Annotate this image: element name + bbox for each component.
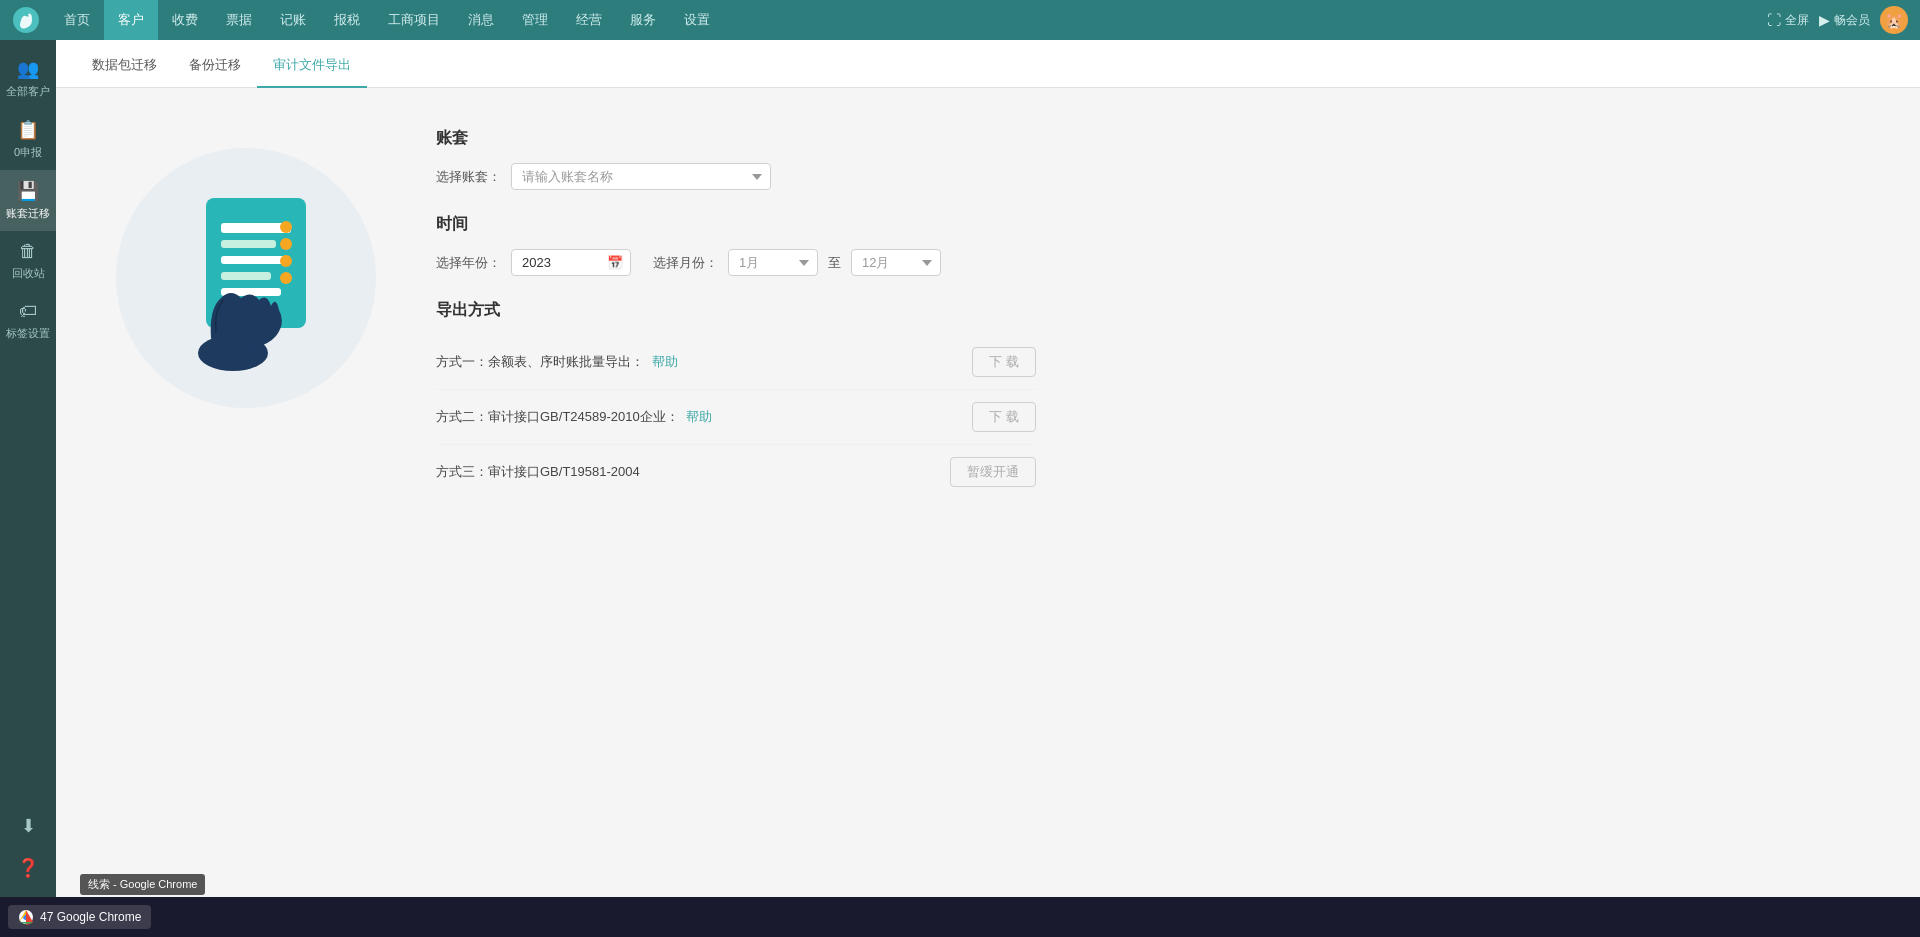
tab-audit-export[interactable]: 审计文件导出 [257, 44, 367, 88]
time-row: 选择年份： 📅 选择月份： 1月 2月 3月 4月 5月 6月 7月 [436, 249, 1036, 276]
migration-icon: 💾 [17, 180, 39, 202]
sidebar-item-label-declare: 0申报 [14, 145, 42, 160]
nav-management[interactable]: 管理 [508, 0, 562, 40]
member-icon: ▶ [1819, 12, 1830, 28]
nav-home[interactable]: 首页 [50, 0, 104, 40]
sidebar-item-help[interactable]: ❓ [0, 847, 56, 889]
svg-rect-5 [221, 272, 271, 280]
tab-data-migration[interactable]: 数据包迁移 [76, 44, 173, 88]
sidebar-item-label-all-customers: 全部客户 [6, 84, 50, 99]
member-button[interactable]: ▶ 畅会员 [1819, 12, 1870, 29]
svg-point-8 [280, 238, 292, 250]
label-select-month: 选择月份： [653, 254, 718, 272]
avatar[interactable]: 🐹 [1880, 6, 1908, 34]
end-month-select[interactable]: 1月 2月 3月 4月 5月 6月 7月 8月 9月 10月 11月 12月 [851, 249, 941, 276]
select-account-dropdown[interactable]: 请输入账套名称 [511, 163, 771, 190]
section-account-title: 账套 [436, 128, 1036, 149]
calendar-icon: 📅 [607, 255, 623, 270]
method-1-text: 方式一：余额表、序时账批量导出： 帮助 [436, 353, 678, 371]
year-input-wrap: 📅 [511, 249, 631, 276]
content-area: 数据包迁移 备份迁移 审计文件导出 [56, 40, 1920, 897]
fullscreen-label: 全屏 [1785, 12, 1809, 29]
illustration [116, 148, 376, 408]
recycle-icon: 🗑 [19, 241, 37, 262]
to-label: 至 [828, 254, 841, 272]
sidebar-bottom: ⬇ ❓ [0, 805, 56, 897]
main-content-area: 账套 选择账套： 请输入账套名称 时间 选择年份： 📅 选择月份： [56, 88, 1920, 897]
tags-icon: 🏷 [19, 301, 37, 322]
method-2-help-link[interactable]: 帮助 [686, 409, 712, 424]
sidebar-item-tags[interactable]: 🏷 标签设置 [0, 291, 56, 351]
tabs-bar: 数据包迁移 备份迁移 审计文件导出 [56, 40, 1920, 88]
nav-customers[interactable]: 客户 [104, 0, 158, 40]
svg-point-10 [280, 272, 292, 284]
nav-right: ⛶ 全屏 ▶ 畅会员 🐹 [1767, 6, 1920, 34]
export-method-3: 方式三：审计接口GB/T19581-2004 暂缓开通 [436, 445, 1036, 499]
method-1-download-button[interactable]: 下 载 [972, 347, 1036, 377]
top-navigation: 首页 客户 收费 票据 记账 报税 工商项目 消息 管理 经营 服务 设置 ⛶ … [0, 0, 1920, 40]
method-3-text: 方式三：审计接口GB/T19581-2004 [436, 463, 640, 481]
taskbar: 47 Google Chrome [0, 897, 1920, 937]
sidebar-item-recycle[interactable]: 🗑 回收站 [0, 231, 56, 291]
nav-bookkeeping[interactable]: 记账 [266, 0, 320, 40]
nav-bizprojects[interactable]: 工商项目 [374, 0, 454, 40]
account-row: 选择账套： 请输入账套名称 [436, 163, 1036, 190]
main-layout: 👥 全部客户 📋 0申报 💾 账套迁移 🗑 回收站 🏷 标签设置 ⬇ ❓ [0, 40, 1920, 897]
svg-rect-4 [221, 256, 286, 264]
sidebar-item-download[interactable]: ⬇ [0, 805, 56, 847]
download-icon: ⬇ [21, 815, 36, 837]
app-logo [8, 2, 44, 38]
sidebar: 👥 全部客户 📋 0申报 💾 账套迁移 🗑 回收站 🏷 标签设置 ⬇ ❓ [0, 40, 56, 897]
svg-rect-3 [221, 240, 276, 248]
section-export-title: 导出方式 [436, 300, 1036, 321]
nav-operations[interactable]: 经营 [562, 0, 616, 40]
section-time-title: 时间 [436, 214, 1036, 235]
taskbar-chrome-item[interactable]: 47 Google Chrome [8, 905, 151, 929]
svg-point-7 [280, 221, 292, 233]
export-method-1: 方式一：余额表、序时账批量导出： 帮助 下 载 [436, 335, 1036, 390]
sidebar-item-label-recycle: 回收站 [12, 266, 45, 281]
fullscreen-button[interactable]: ⛶ 全屏 [1767, 12, 1809, 29]
nav-items: 首页 客户 收费 票据 记账 报税 工商项目 消息 管理 经营 服务 设置 [50, 0, 1767, 40]
nav-invoices[interactable]: 票据 [212, 0, 266, 40]
member-label: 畅会员 [1834, 12, 1870, 29]
declare-icon: 📋 [17, 119, 39, 141]
method-2-download-button[interactable]: 下 载 [972, 402, 1036, 432]
taskbar-item-label: 47 Google Chrome [40, 910, 141, 924]
label-select-account: 选择账套： [436, 168, 501, 186]
method-2-text: 方式二：审计接口GB/T24589-2010企业： 帮助 [436, 408, 712, 426]
nav-tax[interactable]: 报税 [320, 0, 374, 40]
start-month-select[interactable]: 1月 2月 3月 4月 5月 6月 7月 8月 9月 10月 11月 12月 [728, 249, 818, 276]
sidebar-item-label-migration: 账套迁移 [6, 206, 50, 221]
fullscreen-icon: ⛶ [1767, 12, 1781, 28]
sidebar-item-all-customers[interactable]: 👥 全部客户 [0, 48, 56, 109]
nav-fees[interactable]: 收费 [158, 0, 212, 40]
all-customers-icon: 👥 [17, 58, 39, 80]
nav-messages[interactable]: 消息 [454, 0, 508, 40]
method-3-open-button[interactable]: 暂缓开通 [950, 457, 1036, 487]
nav-services[interactable]: 服务 [616, 0, 670, 40]
help-icon: ❓ [17, 857, 39, 879]
sidebar-item-migration[interactable]: 💾 账套迁移 [0, 170, 56, 231]
label-select-year: 选择年份： [436, 254, 501, 272]
sidebar-item-label-tags: 标签设置 [6, 326, 50, 341]
status-tooltip: 线索 - Google Chrome [80, 874, 205, 895]
nav-settings[interactable]: 设置 [670, 0, 724, 40]
tab-backup-migration[interactable]: 备份迁移 [173, 44, 257, 88]
svg-point-9 [280, 255, 292, 267]
sidebar-item-declare[interactable]: 📋 0申报 [0, 109, 56, 170]
chrome-icon [18, 909, 34, 925]
export-method-2: 方式二：审计接口GB/T24589-2010企业： 帮助 下 载 [436, 390, 1036, 445]
form-area: 账套 选择账套： 请输入账套名称 时间 选择年份： 📅 选择月份： [436, 128, 1036, 499]
method-1-help-link[interactable]: 帮助 [652, 354, 678, 369]
